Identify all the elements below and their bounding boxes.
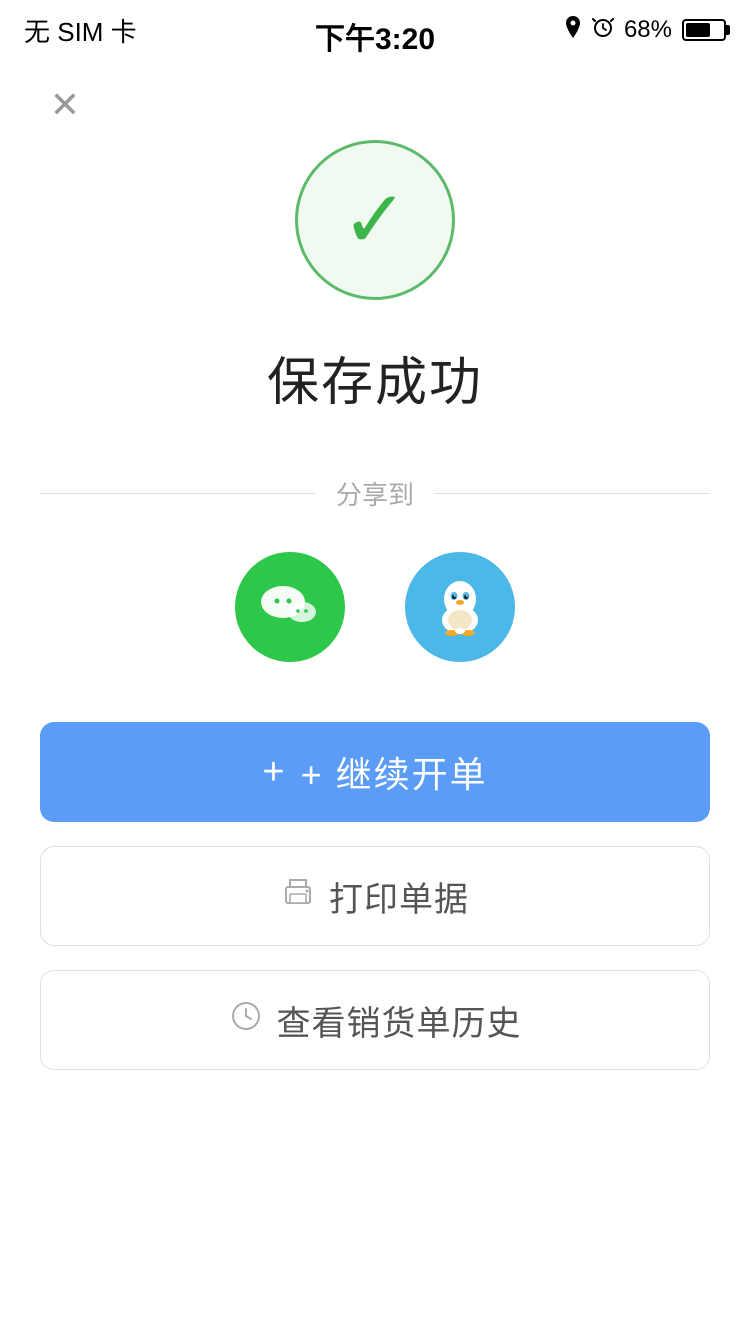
print-label: 打印单据 xyxy=(329,872,469,921)
success-title: 保存成功 xyxy=(267,340,483,415)
status-bar: 无 SIM 卡 下午3:20 68% xyxy=(0,0,750,60)
wechat-share-button[interactable] xyxy=(235,552,345,662)
carrier-text: 无 SIM 卡 xyxy=(24,12,137,49)
history-label: 查看销货单历史 xyxy=(277,996,522,1045)
checkmark-icon: ✓ xyxy=(341,180,408,260)
qq-share-button[interactable] xyxy=(405,552,515,662)
continue-label: + 继续开单 xyxy=(301,746,488,798)
status-time: 下午3:20 xyxy=(315,14,435,58)
main-content: ✕ ✓ 保存成功 分享到 xyxy=(0,60,750,1334)
print-icon xyxy=(281,875,315,918)
history-button[interactable]: 查看销货单历史 xyxy=(40,970,710,1070)
share-label: 分享到 xyxy=(336,475,414,512)
status-left: 无 SIM 卡 xyxy=(24,12,147,49)
battery-icon xyxy=(682,19,726,41)
wechat-icon xyxy=(255,572,325,642)
share-divider: 分享到 xyxy=(40,475,710,512)
close-button[interactable]: ✕ xyxy=(40,80,90,130)
location-icon xyxy=(564,16,582,45)
status-right: 68% xyxy=(564,16,726,45)
qq-icon xyxy=(426,573,494,641)
success-icon-circle: ✓ xyxy=(295,140,455,300)
action-buttons: + + 继续开单 打印单据 查看销货单历 xyxy=(40,722,710,1070)
battery-percentage: 68% xyxy=(624,16,672,44)
continue-button[interactable]: + + 继续开单 xyxy=(40,722,710,822)
share-section: 分享到 xyxy=(40,475,710,662)
divider-line-right xyxy=(434,493,710,494)
close-icon: ✕ xyxy=(50,87,80,123)
history-icon xyxy=(229,999,263,1042)
alarm-icon xyxy=(592,16,614,45)
divider-line-left xyxy=(40,493,316,494)
print-button[interactable]: 打印单据 xyxy=(40,846,710,946)
share-icons xyxy=(235,552,515,662)
continue-icon: + xyxy=(262,751,286,794)
